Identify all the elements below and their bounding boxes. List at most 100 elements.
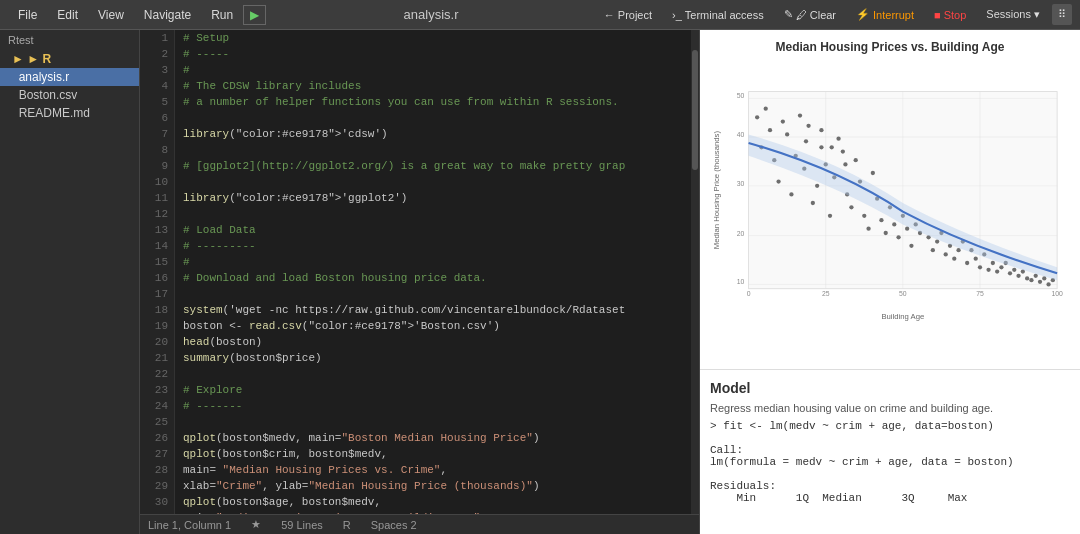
- output-description: Regress median housing value on crime an…: [710, 402, 1070, 414]
- output-line-2: [710, 432, 1070, 444]
- cursor-position: Line 1, Column 1: [148, 519, 231, 531]
- line-number: 31: [140, 510, 174, 514]
- line-number: 25: [140, 414, 174, 430]
- terminal-button[interactable]: ›_ Terminal access: [664, 6, 772, 24]
- code-line: head(boston): [183, 334, 691, 350]
- code-line: [183, 142, 691, 158]
- code-line: [183, 206, 691, 222]
- line-number: 23: [140, 382, 174, 398]
- code-line: [183, 366, 691, 382]
- line-number: 3: [140, 62, 174, 78]
- line-numbers: 1234567891011121314151617181920212223242…: [140, 30, 175, 514]
- plot-title: Median Housing Prices vs. Building Age: [710, 40, 1070, 54]
- statusbar: Line 1, Column 1 ★ 59 Lines R Spaces 2: [140, 514, 699, 534]
- svg-point-85: [755, 115, 759, 119]
- line-number: 7: [140, 126, 174, 142]
- plot-area: Median Housing Prices vs. Building Age M…: [700, 30, 1080, 370]
- clear-label: 🖊 Clear: [796, 9, 836, 21]
- file-icon: [12, 70, 19, 84]
- svg-point-86: [764, 107, 768, 111]
- line-number: 12: [140, 206, 174, 222]
- svg-point-31: [819, 145, 823, 149]
- svg-point-91: [819, 128, 823, 132]
- menu-navigate[interactable]: Navigate: [134, 4, 201, 26]
- line-number: 19: [140, 318, 174, 334]
- output-title: Model: [710, 380, 1070, 396]
- scrollbar-thumb[interactable]: [692, 50, 698, 170]
- code-line: library("color:#ce9178">'ggplot2'): [183, 190, 691, 206]
- code-line: qplot(boston$age, boston$medv,: [183, 494, 691, 510]
- svg-point-35: [836, 137, 840, 141]
- scatter-plot: Median Housing Price (thousands) Buildin…: [710, 58, 1070, 348]
- output-line-5: [710, 468, 1070, 480]
- interrupt-label: Interrupt: [873, 9, 914, 21]
- sidebar-item-boston-csv[interactable]: Boston.csv: [0, 86, 139, 104]
- grid-button[interactable]: ⠿: [1052, 4, 1072, 25]
- svg-point-33: [828, 214, 832, 218]
- menu-run[interactable]: Run: [201, 4, 243, 26]
- svg-point-83: [1046, 282, 1050, 286]
- code-line: # Setup: [183, 30, 691, 46]
- output-line-4: lm(formula = medv ~ crim + age, data = b…: [710, 456, 1070, 468]
- interrupt-button[interactable]: ⚡ Interrupt: [848, 5, 922, 24]
- sidebar-item-r[interactable]: ► ► R: [0, 50, 139, 68]
- sidebar-item-readme[interactable]: README.md: [0, 104, 139, 122]
- file-icon-2: [12, 88, 19, 102]
- output-area: Model Regress median housing value on cr…: [700, 370, 1080, 534]
- menu-view[interactable]: View: [88, 4, 134, 26]
- code-line: # Download and load Boston housing price…: [183, 270, 691, 286]
- pen-icon: ✎: [784, 8, 793, 21]
- svg-point-57: [935, 239, 939, 243]
- code-line: boston <- read.csv("color:#ce9178">'Bost…: [183, 318, 691, 334]
- sessions-label: Sessions ▾: [986, 8, 1040, 21]
- output-code: > fit <- lm(medv ~ crim + age, data=bost…: [710, 420, 1070, 504]
- plot-container: Median Housing Prices vs. Building Age M…: [710, 40, 1070, 359]
- project-button[interactable]: ← Project: [596, 6, 660, 24]
- svg-point-75: [1012, 268, 1016, 272]
- svg-text:Building Age: Building Age: [881, 312, 924, 321]
- code-line: # a number of helper functions you can u…: [183, 94, 691, 110]
- terminal-label: Terminal access: [685, 9, 764, 21]
- svg-point-92: [830, 145, 834, 149]
- svg-text:25: 25: [822, 290, 830, 297]
- svg-point-72: [999, 265, 1003, 269]
- code-line: main="Median Housing Prices vs. Building…: [183, 510, 691, 514]
- svg-point-29: [811, 201, 815, 205]
- line-number: 4: [140, 78, 174, 94]
- arrow-icon: ►: [12, 52, 27, 66]
- line-number: 5: [140, 94, 174, 110]
- svg-point-69: [986, 268, 990, 272]
- line-number: 21: [140, 350, 174, 366]
- main-layout: Rtest ► ► R analysis.r Boston.csv README…: [0, 30, 1080, 534]
- svg-point-23: [776, 179, 780, 183]
- line-number: 11: [140, 190, 174, 206]
- menu-edit[interactable]: Edit: [47, 4, 88, 26]
- stop-button[interactable]: ■ Stop: [926, 6, 974, 24]
- language: R: [343, 519, 351, 531]
- clear-button[interactable]: ✎ 🖊 Clear: [776, 5, 844, 24]
- editor-scrollbar[interactable]: [691, 30, 699, 514]
- line-number: 2: [140, 46, 174, 62]
- svg-point-67: [978, 265, 982, 269]
- code-line: #: [183, 62, 691, 78]
- svg-point-51: [905, 227, 909, 231]
- line-number: 24: [140, 398, 174, 414]
- play-button[interactable]: ▶: [243, 5, 266, 25]
- file-title: analysis.r: [266, 7, 596, 22]
- menu-file[interactable]: File: [8, 4, 47, 26]
- line-number: 29: [140, 478, 174, 494]
- code-line: [183, 286, 691, 302]
- sidebar-item-analysis[interactable]: analysis.r: [0, 68, 139, 86]
- svg-point-89: [798, 113, 802, 117]
- sessions-button[interactable]: Sessions ▾: [978, 5, 1048, 24]
- editor-content[interactable]: 1234567891011121314151617181920212223242…: [140, 30, 699, 514]
- svg-point-78: [1025, 276, 1029, 280]
- code-line: main= "Median Housing Prices vs. Crime",: [183, 462, 691, 478]
- line-number: 14: [140, 238, 174, 254]
- code-line: library("color:#ce9178">'cdsw'): [183, 126, 691, 142]
- code-lines[interactable]: # Setup# -----## The CDSW library includ…: [175, 30, 691, 514]
- output-line-1: > fit <- lm(medv ~ crim + age, data=bost…: [710, 420, 1070, 432]
- svg-point-46: [884, 231, 888, 235]
- editor-area: 1234567891011121314151617181920212223242…: [140, 30, 700, 534]
- svg-point-39: [854, 158, 858, 162]
